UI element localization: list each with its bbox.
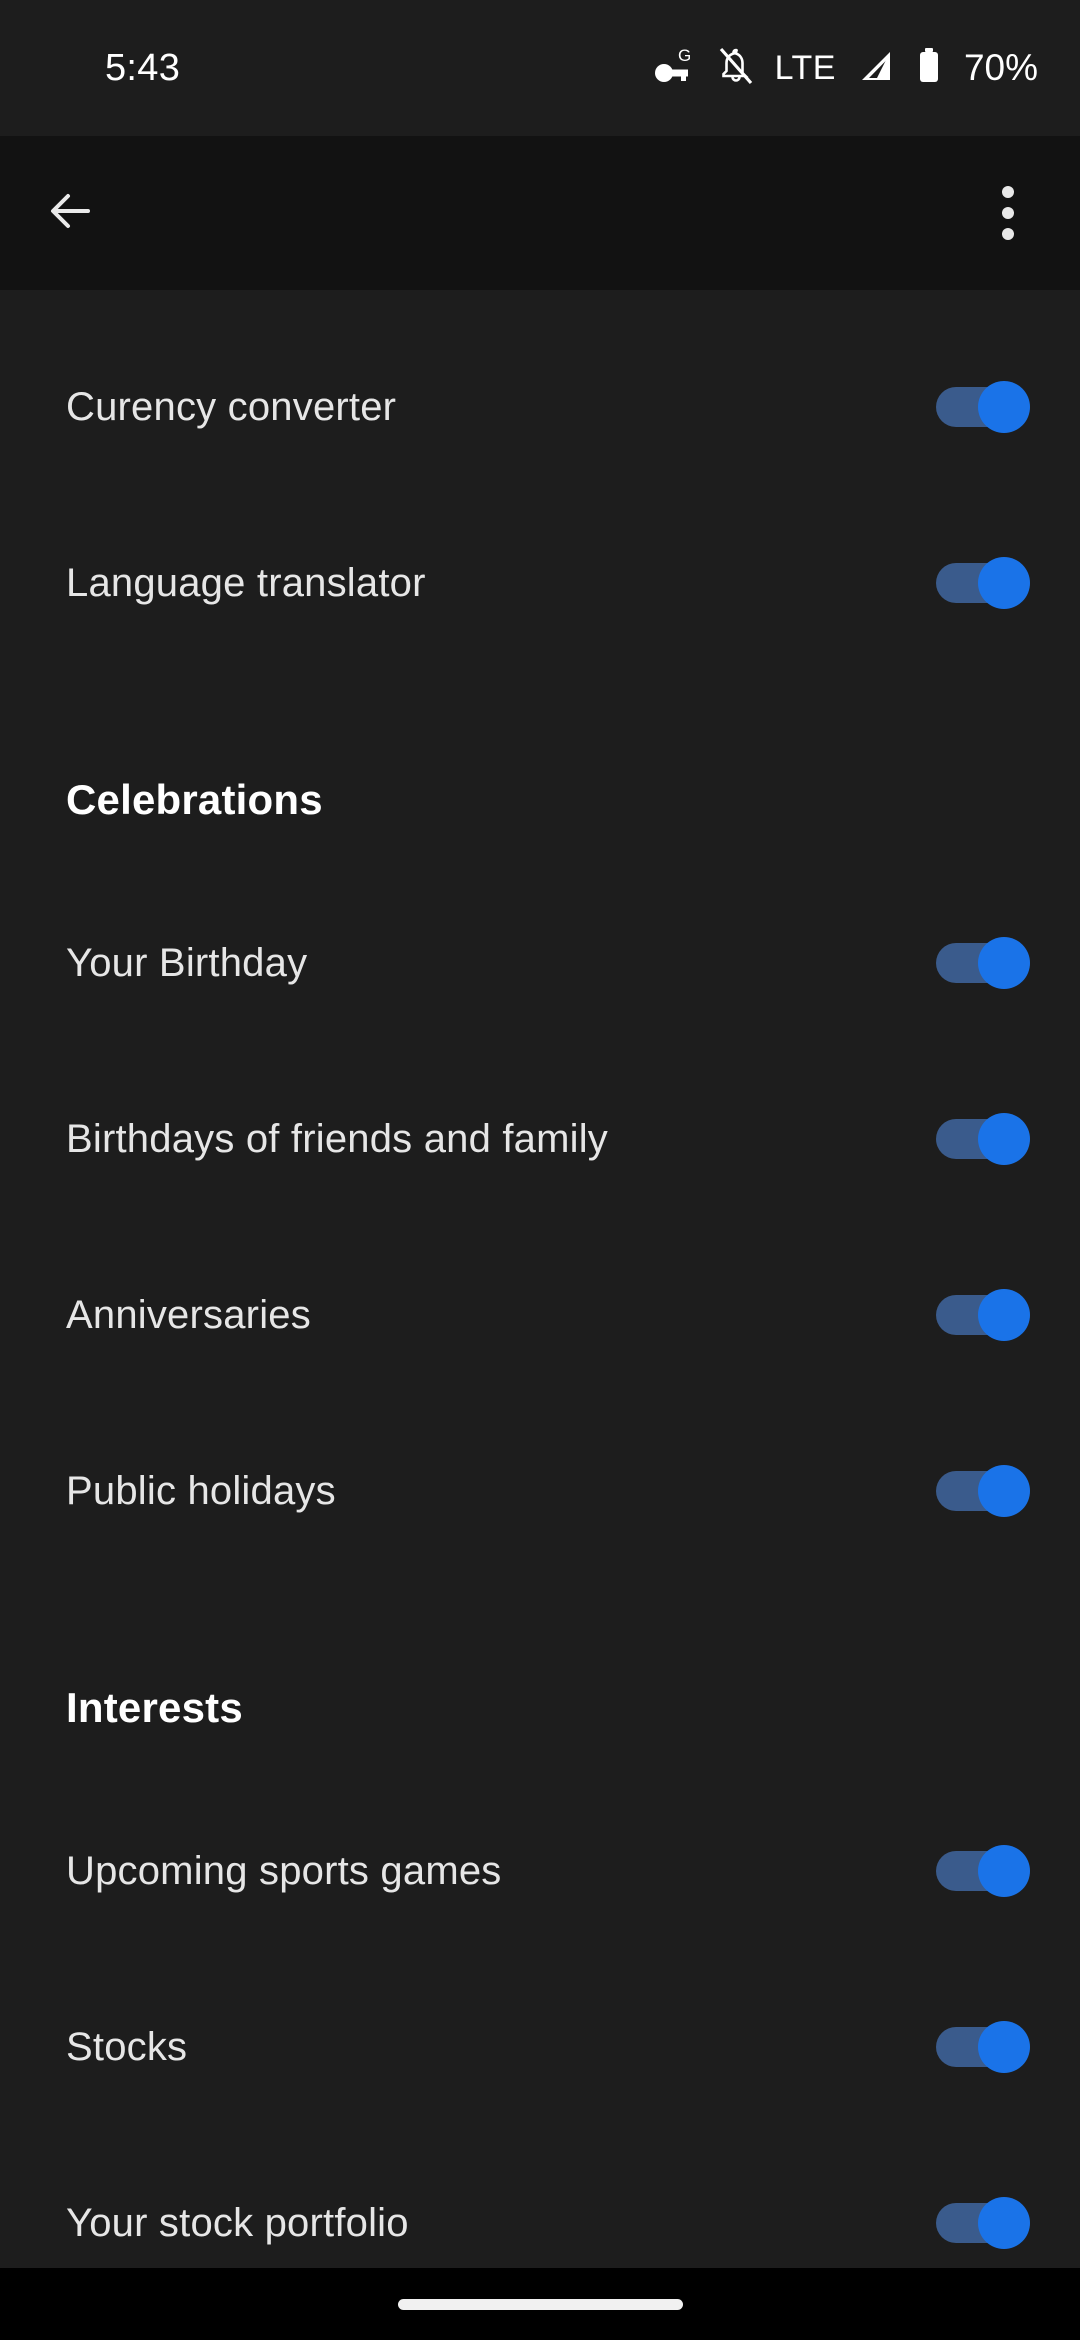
settings-list[interactable]: Curency converter Language translator Ce… — [0, 290, 1080, 2268]
overflow-menu-icon — [1002, 186, 1014, 198]
signal-cellular-icon — [856, 46, 896, 91]
toggle-switch-upcoming-sports-games[interactable] — [936, 1845, 1030, 1897]
list-item[interactable]: Curency converter — [0, 348, 1080, 466]
setting-label: Language translator — [66, 560, 426, 605]
toggle-switch-your-birthday[interactable] — [936, 937, 1030, 989]
toggle-switch-public-holidays[interactable] — [936, 1465, 1030, 1517]
toggle-switch-birthdays-friends-family[interactable] — [936, 1113, 1030, 1165]
gesture-nav-bar — [0, 2268, 1080, 2340]
phone-screen: 5:43 G LTE 70% Curency converter Languag… — [0, 0, 1080, 2340]
list-item[interactable]: Public holidays — [0, 1432, 1080, 1550]
switch-thumb — [978, 1289, 1030, 1341]
list-item[interactable]: Stocks — [0, 1988, 1080, 2106]
switch-thumb — [978, 2197, 1030, 2249]
list-item[interactable]: Upcoming sports games — [0, 1812, 1080, 1930]
list-item[interactable]: Your stock portfolio — [0, 2164, 1080, 2268]
switch-thumb — [978, 1113, 1030, 1165]
toggle-switch-your-stock-portfolio[interactable] — [936, 2197, 1030, 2249]
switch-thumb — [978, 937, 1030, 989]
app-toolbar — [0, 136, 1080, 290]
toggle-switch-anniversaries[interactable] — [936, 1289, 1030, 1341]
toggle-switch-curency-converter[interactable] — [936, 381, 1030, 433]
toggle-switch-language-translator[interactable] — [936, 557, 1030, 609]
section-header-celebrations: Celebrations — [0, 752, 1080, 848]
switch-thumb — [978, 381, 1030, 433]
battery-percent-label: 70% — [963, 47, 1038, 88]
home-gesture-pill[interactable] — [397, 2298, 683, 2310]
setting-label: Stocks — [66, 2024, 188, 2069]
overflow-menu-icon — [1002, 207, 1014, 219]
switch-thumb — [978, 557, 1030, 609]
list-item[interactable]: Birthdays of friends and family — [0, 1080, 1080, 1198]
setting-label: Your stock portfolio — [66, 2200, 409, 2245]
list-item[interactable]: Your Birthday — [0, 904, 1080, 1022]
switch-thumb — [978, 2021, 1030, 2073]
overflow-menu-icon — [1002, 228, 1014, 240]
section-title: Celebrations — [66, 776, 323, 823]
list-item[interactable]: Anniversaries — [0, 1256, 1080, 1374]
section-title: Interests — [66, 1684, 243, 1731]
svg-text:G: G — [678, 46, 691, 65]
list-item[interactable]: Language translator — [0, 524, 1080, 642]
battery-icon — [916, 46, 942, 91]
status-bar-icons: G LTE 70% — [653, 46, 1038, 91]
switch-thumb — [978, 1845, 1030, 1897]
setting-label: Anniversaries — [66, 1292, 311, 1337]
vpn-key-g-icon: G — [653, 46, 697, 91]
back-arrow-icon — [42, 183, 98, 244]
setting-label: Upcoming sports games — [66, 1848, 502, 1893]
notifications-off-icon — [717, 46, 755, 91]
setting-label: Curency converter — [66, 384, 397, 429]
setting-label: Public holidays — [66, 1468, 336, 1513]
overflow-menu-button[interactable] — [966, 171, 1050, 255]
setting-label: Birthdays of friends and family — [66, 1116, 609, 1161]
toggle-switch-stocks[interactable] — [936, 2021, 1030, 2073]
switch-thumb — [978, 1465, 1030, 1517]
back-button[interactable] — [28, 171, 112, 255]
status-bar-clock: 5:43 — [105, 46, 181, 89]
setting-label: Your Birthday — [66, 940, 308, 985]
section-header-interests: Interests — [0, 1660, 1080, 1756]
network-type-label: LTE — [774, 48, 836, 87]
status-bar: 5:43 G LTE 70% — [0, 0, 1080, 136]
